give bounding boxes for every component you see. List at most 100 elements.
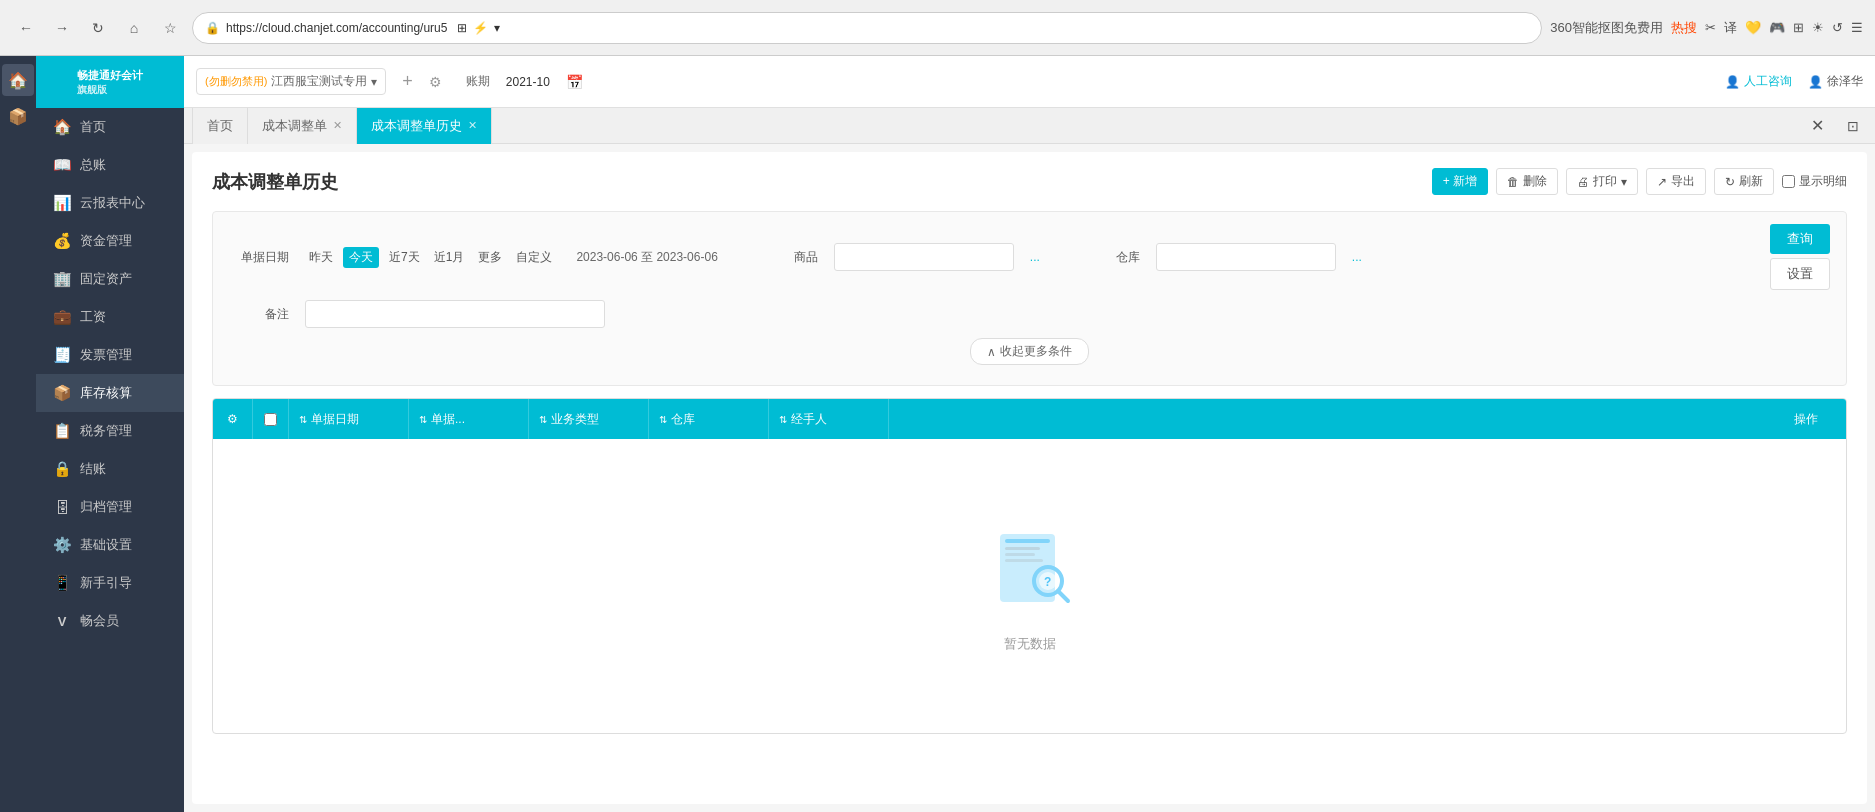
wallet-icon[interactable]: 💛 (1745, 20, 1761, 35)
sidebar-label-reports: 云报表中心 (80, 194, 145, 212)
show-detail-checkbox[interactable]: 显示明细 (1782, 173, 1847, 190)
query-button[interactable]: 查询 (1770, 224, 1830, 254)
tab-home-label: 首页 (207, 117, 233, 135)
tab-home[interactable]: 首页 (192, 108, 248, 144)
filter-settings-button[interactable]: 设置 (1770, 258, 1830, 290)
th-bill[interactable]: ⇅ 单据... (409, 399, 529, 439)
th-warehouse[interactable]: ⇅ 仓库 (649, 399, 769, 439)
grid-icon[interactable]: ⊞ (1793, 20, 1804, 35)
brightness-icon[interactable]: ☀ (1812, 20, 1824, 35)
service-button[interactable]: 👤 人工咨询 (1725, 73, 1792, 90)
logo-line1: 畅捷通好会计 (77, 68, 143, 82)
address-bar[interactable]: 🔒 https://cloud.chanjet.com/accounting/u… (192, 12, 1542, 44)
th-type[interactable]: ⇅ 业务类型 (529, 399, 649, 439)
th-checkbox[interactable] (253, 399, 289, 439)
empty-illustration: ? (980, 519, 1080, 619)
query-settings-buttons: 查询 设置 (1770, 224, 1830, 290)
action-buttons: + 新增 🗑 删除 🖨 打印 ▾ ↗ 导出 ↻ (1432, 168, 1847, 195)
sidebar-item-funds[interactable]: 💰 资金管理 (36, 222, 184, 260)
sidebar-label-guide: 新手引导 (80, 574, 132, 592)
sidebar-item-archive[interactable]: 🗄 归档管理 (36, 488, 184, 526)
forward-button[interactable]: → (48, 14, 76, 42)
svg-rect-3 (1005, 553, 1035, 556)
home-button[interactable]: ⌂ (120, 14, 148, 42)
game-icon[interactable]: 🎮 (1769, 20, 1785, 35)
company-name: 江西服宝测试专用 (271, 73, 367, 90)
empty-text: 暂无数据 (1004, 635, 1056, 653)
refresh-label: 刷新 (1739, 173, 1763, 190)
icon-sidebar-active[interactable]: 🏠 (2, 64, 34, 96)
tab-cost-adjust-history[interactable]: 成本调整单历史 ✕ (357, 108, 492, 144)
translate-icon[interactable]: 译 (1724, 19, 1737, 37)
sort-operator-icon: ⇅ (779, 414, 787, 425)
show-detail-input[interactable] (1782, 175, 1795, 188)
invoice-icon: 🧾 (52, 346, 72, 364)
bookmark-button[interactable]: ☆ (156, 14, 184, 42)
sidebar-item-ledger[interactable]: 📖 总账 (36, 146, 184, 184)
date-1month[interactable]: 近1月 (430, 247, 469, 268)
hot-label: 热搜 (1671, 19, 1697, 37)
date-yesterday[interactable]: 昨天 (305, 247, 337, 268)
sidebar-item-payroll[interactable]: 💼 工资 (36, 298, 184, 336)
sidebar-item-member[interactable]: V 畅会员 (36, 602, 184, 640)
date-7days[interactable]: 近7天 (385, 247, 424, 268)
new-btn[interactable]: + 新增 (1432, 168, 1488, 195)
panel-close-btn[interactable]: ✕ (1803, 112, 1831, 140)
th-type-label: 业务类型 (551, 411, 599, 428)
tab-bar: 首页 成本调整单 ✕ 成本调整单历史 ✕ ✕ ⊡ (184, 108, 1875, 144)
ssl-lock-icon: 🔒 (205, 21, 220, 35)
funds-icon: 💰 (52, 232, 72, 250)
sort-bill-icon: ⇅ (419, 414, 427, 425)
sidebar-item-guide[interactable]: 📱 新手引导 (36, 564, 184, 602)
export-btn[interactable]: ↗ 导出 (1646, 168, 1706, 195)
date-more[interactable]: 更多 (474, 247, 506, 268)
date-custom[interactable]: 自定义 (512, 247, 556, 268)
icon-sidebar-item-2[interactable]: 📦 (2, 100, 34, 132)
warehouse-select[interactable] (1156, 243, 1336, 271)
calendar-icon[interactable]: 📅 (566, 74, 583, 90)
tab-cost-adjust-close[interactable]: ✕ (333, 120, 342, 131)
sidebar-item-assets[interactable]: 🏢 固定资产 (36, 260, 184, 298)
tab-cost-adjust[interactable]: 成本调整单 ✕ (248, 108, 357, 144)
refresh-btn[interactable]: ↻ 刷新 (1714, 168, 1774, 195)
back-button[interactable]: ← (12, 14, 40, 42)
service-icon: 👤 (1725, 75, 1740, 89)
date-today[interactable]: 今天 (343, 247, 379, 268)
sidebar-item-closing[interactable]: 🔒 结账 (36, 450, 184, 488)
sidebar-item-home[interactable]: 🏠 首页 (36, 108, 184, 146)
refresh-button[interactable]: ↻ (84, 14, 112, 42)
tab-cost-adjust-history-close[interactable]: ✕ (468, 120, 477, 131)
sidebar-item-reports[interactable]: 📊 云报表中心 (36, 184, 184, 222)
th-settings[interactable]: ⚙ (213, 399, 253, 439)
note-filter-label: 备注 (229, 306, 289, 323)
ledger-icon: 📖 (52, 156, 72, 174)
sidebar-item-invoice[interactable]: 🧾 发票管理 (36, 336, 184, 374)
sidebar-item-tax[interactable]: 📋 税务管理 (36, 412, 184, 450)
warehouse-more-btn[interactable]: ... (1352, 250, 1362, 264)
archive-icon: 🗄 (52, 499, 72, 516)
scissors-icon[interactable]: ✂ (1705, 20, 1716, 35)
date-shortcuts: 昨天 今天 近7天 近1月 更多 自定义 (305, 247, 556, 268)
note-filter-input[interactable] (305, 300, 605, 328)
settings-gear-icon[interactable]: ⚙ (429, 74, 442, 90)
goods-select[interactable] (834, 243, 1014, 271)
add-company-btn[interactable]: + (402, 71, 413, 92)
collapse-button[interactable]: ∧ 收起更多条件 (970, 338, 1089, 365)
sidebar-label-settings: 基础设置 (80, 536, 132, 554)
th-date[interactable]: ⇅ 单据日期 (289, 399, 409, 439)
tab-cost-adjust-label: 成本调整单 (262, 117, 327, 135)
th-operator[interactable]: ⇅ 经手人 (769, 399, 889, 439)
company-selector[interactable]: (勿删勿禁用) 江西服宝测试专用 ▾ (196, 68, 386, 95)
undo-icon[interactable]: ↺ (1832, 20, 1843, 35)
print-btn[interactable]: 🖨 打印 ▾ (1566, 168, 1638, 195)
goods-more-btn[interactable]: ... (1030, 250, 1040, 264)
delete-btn[interactable]: 🗑 删除 (1496, 168, 1558, 195)
th-action-label: 操作 (1794, 411, 1818, 428)
select-all-checkbox[interactable] (264, 413, 277, 426)
user-info[interactable]: 👤 徐泽华 (1808, 73, 1863, 90)
sidebar-item-inventory[interactable]: 📦 库存核算 (36, 374, 184, 412)
menu-icon[interactable]: ☰ (1851, 20, 1863, 35)
panel-resize-btn[interactable]: ⊡ (1839, 112, 1867, 140)
sidebar-item-settings[interactable]: ⚙️ 基础设置 (36, 526, 184, 564)
sidebar-label-home: 首页 (80, 118, 106, 136)
